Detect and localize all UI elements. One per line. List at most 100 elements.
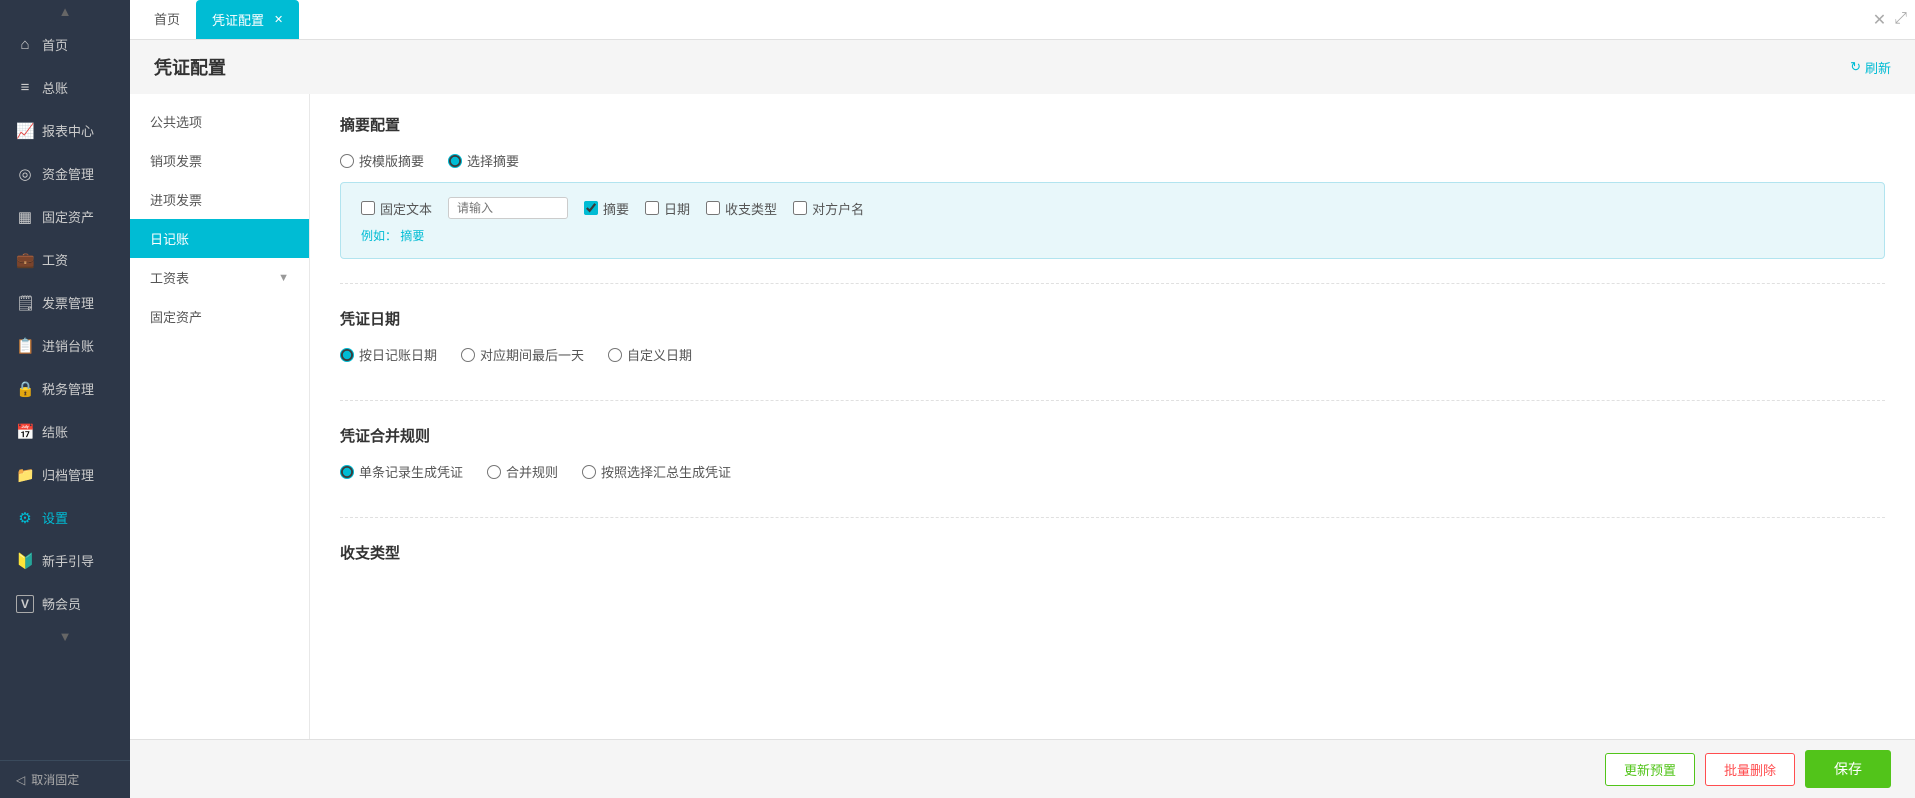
select-summary-option[interactable]: 选择摘要	[448, 151, 519, 170]
sidebar-item-ledger[interactable]: ≡ 总账	[0, 66, 130, 109]
sidebar-item-vip-member[interactable]: V 畅会员	[0, 582, 130, 625]
ledger-icon: ≡	[16, 79, 34, 96]
summary-generate-radio[interactable]	[582, 465, 596, 479]
sidebar-scroll-up[interactable]: ▲	[0, 0, 130, 23]
template-summary-radio[interactable]	[340, 154, 354, 168]
sidebar-item-checkout[interactable]: 📅 结账	[0, 410, 130, 453]
nav-sales-invoice[interactable]: 销项发票	[130, 141, 309, 180]
voucher-date-radio-group: 按日记账日期 对应期间最后一天 自定义日期	[340, 345, 1885, 364]
date-checkbox[interactable]	[645, 201, 659, 215]
summary-checkbox[interactable]	[584, 201, 598, 215]
refresh-button[interactable]: ↻ 刷新	[1850, 58, 1891, 77]
tab-bar: 首页 凭证配置 ✕ ✕ ⤢	[130, 0, 1915, 40]
vip-icon: V	[16, 595, 34, 613]
summary-generate-option[interactable]: 按照选择汇总生成凭证	[582, 462, 731, 481]
sidebar-item-settings[interactable]: ⚙ 设置	[0, 496, 130, 539]
report-icon: 📈	[16, 122, 34, 140]
main-layout: 公共选项 销项发票 进项发票 日记账 工资表 ▼ 固定资产	[130, 94, 1915, 739]
sidebar-item-label: 新手引导	[42, 551, 94, 570]
refresh-label: 刷新	[1865, 58, 1891, 77]
receipt-type-option[interactable]: 收支类型	[706, 199, 777, 218]
update-preview-button[interactable]: 更新预置	[1605, 753, 1695, 786]
custom-date-option[interactable]: 自定义日期	[608, 345, 692, 364]
counterpart-name-label: 对方户名	[812, 199, 864, 218]
sidebar-item-label: 工资	[42, 250, 68, 269]
merge-rule-radio[interactable]	[487, 465, 501, 479]
receipt-type-checkbox[interactable]	[706, 201, 720, 215]
date-option[interactable]: 日期	[645, 199, 690, 218]
single-record-radio[interactable]	[340, 465, 354, 479]
purchase-sales-icon: 📋	[16, 337, 34, 355]
sidebar-item-home[interactable]: ⌂ 首页	[0, 23, 130, 66]
voucher-date-section: 凭证日期 按日记账日期 对应期间最后一天 自定义日期	[340, 308, 1885, 401]
fixed-text-checkbox[interactable]	[361, 201, 375, 215]
summary-option[interactable]: 摘要	[584, 199, 629, 218]
sidebar-item-label: 税务管理	[42, 379, 94, 398]
window-close-icon[interactable]: ✕	[1873, 10, 1886, 30]
home-tab[interactable]: 首页	[138, 0, 196, 39]
summary-label: 摘要	[603, 199, 629, 218]
fixed-text-option[interactable]: 固定文本	[361, 199, 432, 218]
tax-icon: 🔒	[16, 380, 34, 398]
sidebar-item-label: 固定资产	[42, 207, 94, 226]
nav-payroll[interactable]: 工资表 ▼	[130, 258, 309, 297]
save-button[interactable]: 保存	[1805, 750, 1891, 788]
fixed-assets-icon: ▦	[16, 208, 34, 226]
last-day-option[interactable]: 对应期间最后一天	[461, 345, 584, 364]
settings-icon: ⚙	[16, 509, 34, 527]
sidebar-item-purchase-sales[interactable]: 📋 进销台账	[0, 324, 130, 367]
sidebar-scroll-down[interactable]: ▼	[0, 625, 130, 648]
left-nav: 公共选项 销项发票 进项发票 日记账 工资表 ▼ 固定资产	[130, 94, 310, 739]
fixed-text-input[interactable]	[448, 197, 568, 219]
sidebar-item-fixed-assets[interactable]: ▦ 固定资产	[0, 195, 130, 238]
custom-date-label: 自定义日期	[627, 345, 692, 364]
chevron-down-icon: ▼	[278, 272, 289, 284]
guide-icon: 🔰	[16, 552, 34, 570]
sidebar-item-tax-management[interactable]: 🔒 税务管理	[0, 367, 130, 410]
nav-sales-invoice-label: 销项发票	[150, 151, 202, 170]
select-summary-radio[interactable]	[448, 154, 462, 168]
nav-purchase-invoice[interactable]: 进项发票	[130, 180, 309, 219]
nav-public-options-label: 公共选项	[150, 112, 202, 131]
unpin-button[interactable]: ◁ 取消固定	[0, 760, 130, 798]
close-tab-icon[interactable]: ✕	[274, 13, 283, 26]
page-title: 凭证配置	[154, 54, 226, 80]
custom-date-radio[interactable]	[608, 348, 622, 362]
fund-icon: ◎	[16, 165, 34, 183]
home-tab-label: 首页	[154, 9, 180, 28]
single-record-label: 单条记录生成凭证	[359, 462, 463, 481]
counterpart-name-option[interactable]: 对方户名	[793, 199, 864, 218]
journal-date-radio[interactable]	[340, 348, 354, 362]
main-area: 首页 凭证配置 ✕ ✕ ⤢ 凭证配置 ↻ 刷新 公共选项	[130, 0, 1915, 798]
right-content: 摘要配置 按模版摘要 选择摘要	[310, 94, 1915, 739]
sidebar-item-report-center[interactable]: 📈 报表中心	[0, 109, 130, 152]
sidebar-item-label: 进销台账	[42, 336, 94, 355]
sidebar-item-beginner-guide[interactable]: 🔰 新手引导	[0, 539, 130, 582]
nav-payroll-label: 工资表	[150, 268, 189, 287]
sidebar-item-fund-management[interactable]: ◎ 资金管理	[0, 152, 130, 195]
nav-fixed-assets[interactable]: 固定资产	[130, 297, 309, 336]
nav-journal[interactable]: 日记账	[130, 219, 309, 258]
window-resize-icon[interactable]: ⤢	[1894, 10, 1907, 30]
receipt-type-section: 收支类型	[340, 542, 1885, 603]
merge-rule-option[interactable]: 合并规则	[487, 462, 558, 481]
voucher-config-tab[interactable]: 凭证配置 ✕	[196, 0, 299, 39]
batch-delete-button[interactable]: 批量删除	[1705, 753, 1795, 786]
select-summary-label: 选择摘要	[467, 151, 519, 170]
template-summary-option[interactable]: 按模版摘要	[340, 151, 424, 170]
voucher-config-tab-label: 凭证配置	[212, 10, 264, 29]
archive-icon: 📁	[16, 466, 34, 484]
sidebar-item-archive-management[interactable]: 📁 归档管理	[0, 453, 130, 496]
last-day-radio[interactable]	[461, 348, 475, 362]
summary-checkbox-row: 固定文本 摘要 日期	[361, 197, 1864, 219]
single-record-option[interactable]: 单条记录生成凭证	[340, 462, 463, 481]
counterpart-name-checkbox[interactable]	[793, 201, 807, 215]
sidebar-item-invoice-management[interactable]: 🗒 发票管理	[0, 281, 130, 324]
journal-date-option[interactable]: 按日记账日期	[340, 345, 437, 364]
sidebar-item-label: 总账	[42, 78, 68, 97]
nav-public-options[interactable]: 公共选项	[130, 102, 309, 141]
merge-rules-title: 凭证合并规则	[340, 425, 1885, 446]
fixed-text-label: 固定文本	[380, 199, 432, 218]
sidebar-item-salary[interactable]: 💼 工资	[0, 238, 130, 281]
sidebar-item-label: 报表中心	[42, 121, 94, 140]
